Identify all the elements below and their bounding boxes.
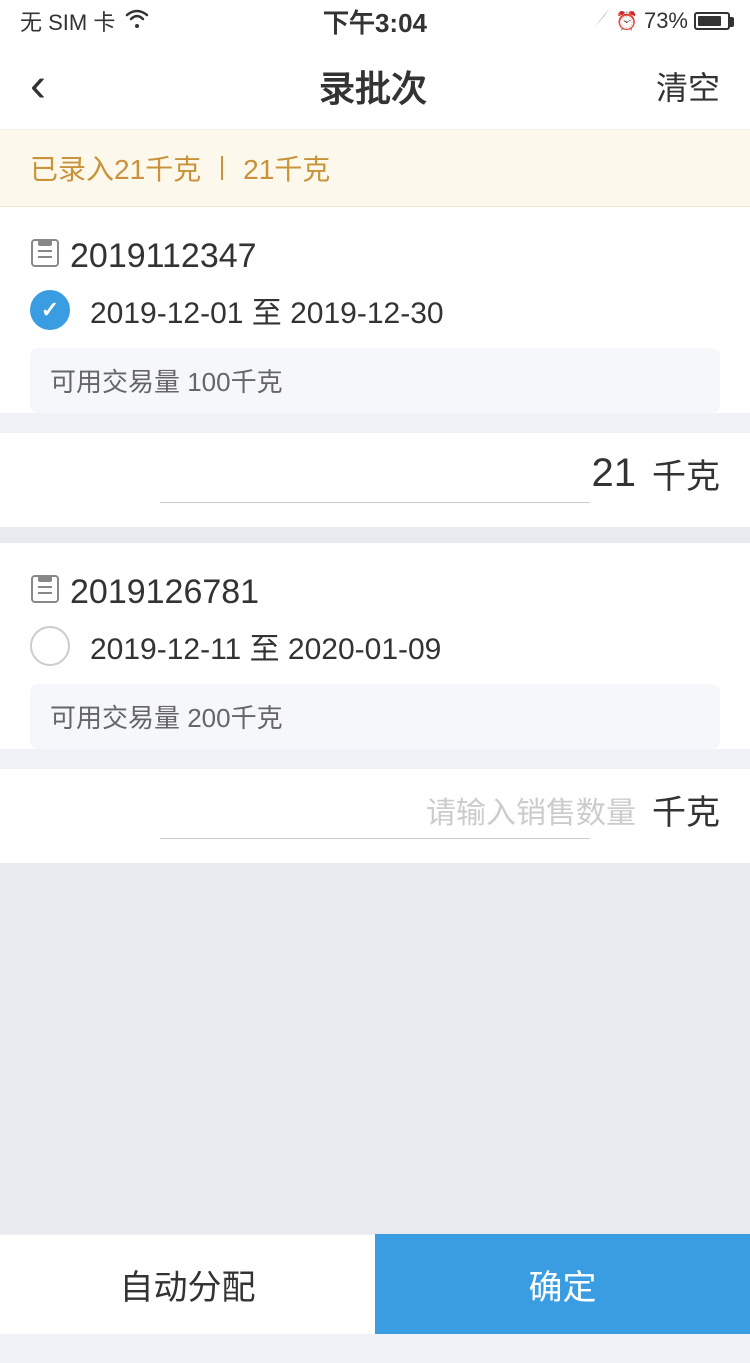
back-button[interactable]: ‹ <box>30 58 90 113</box>
bottom-bar: 自动分配 确定 <box>0 1234 750 1334</box>
clear-button[interactable]: 清空 <box>656 63 720 109</box>
batch1-icon <box>30 238 60 276</box>
batch1-unit: 千克 <box>652 449 720 498</box>
carrier-text: 无 SIM 卡 <box>20 5 115 37</box>
batch1-radio[interactable]: ✓ <box>30 290 70 330</box>
batch2-input-placeholder[interactable]: 请输入销售数量 <box>426 788 636 832</box>
batch2-radio[interactable] <box>30 626 70 666</box>
content-wrapper: 已录入21千克 21千克 2019112347 ✓ 2019-12-01 至 2… <box>0 130 750 1363</box>
status-right: ⏰ 73% <box>594 8 730 34</box>
auto-distribute-button[interactable]: 自动分配 <box>0 1234 375 1334</box>
batch2-number: 2019126781 <box>70 573 259 612</box>
nav-bar: ‹ 录批次 清空 <box>0 42 750 130</box>
batch1-date: 2019-12-01 至 2019-12-30 <box>90 288 444 332</box>
batch2-available: 可用交易量 200千克 <box>50 703 283 733</box>
battery-percentage: 73% <box>644 8 688 34</box>
status-left: 无 SIM 卡 <box>20 5 151 37</box>
section-separator <box>0 527 750 543</box>
batch2-card: 2019126781 2019-12-11 至 2020-01-09 可用交易量… <box>0 543 750 749</box>
batch2-date-row[interactable]: 2019-12-11 至 2020-01-09 <box>30 624 720 668</box>
confirm-button[interactable]: 确定 <box>375 1234 750 1334</box>
batch1-available: 可用交易量 100千克 <box>50 367 283 397</box>
batch1-available-box: 可用交易量 100千克 <box>30 348 720 413</box>
batch1-header: 2019112347 <box>30 237 720 276</box>
batch2-available-box: 可用交易量 200千克 <box>30 684 720 749</box>
batch1-quantity-value[interactable]: 21 <box>592 451 637 496</box>
batch2-qty-inner: 请输入销售数量 千克 <box>0 769 750 838</box>
location-icon <box>594 8 610 34</box>
summary-banner: 已录入21千克 21千克 <box>0 130 750 207</box>
batch1-date-row[interactable]: ✓ 2019-12-01 至 2019-12-30 <box>30 288 720 332</box>
batch2-icon <box>30 574 60 612</box>
batch1-quantity-area: 21 千克 <box>0 433 750 527</box>
total-label: 21千克 <box>243 148 330 188</box>
alarm-icon: ⏰ <box>616 11 638 32</box>
batch1-qty-inner: 21 千克 <box>0 433 750 502</box>
batch2-unit: 千克 <box>652 785 720 834</box>
batch2-date: 2019-12-11 至 2020-01-09 <box>90 624 441 668</box>
batch1-number: 2019112347 <box>70 237 257 276</box>
page-title: 录批次 <box>319 60 427 112</box>
status-bar: 无 SIM 卡 下午3:04 ⏰ 73% <box>0 0 750 42</box>
batch2-header: 2019126781 <box>30 573 720 612</box>
recorded-label: 已录入21千克 <box>30 148 201 188</box>
battery-icon <box>694 12 730 30</box>
batch2-quantity-area: 请输入销售数量 千克 <box>0 769 750 863</box>
gray-area <box>0 863 750 1263</box>
batch1-card: 2019112347 ✓ 2019-12-01 至 2019-12-30 可用交… <box>0 207 750 413</box>
check-icon: ✓ <box>41 297 59 323</box>
status-time: 下午3:04 <box>323 3 427 40</box>
wifi-icon <box>123 8 151 34</box>
summary-divider <box>221 156 223 180</box>
